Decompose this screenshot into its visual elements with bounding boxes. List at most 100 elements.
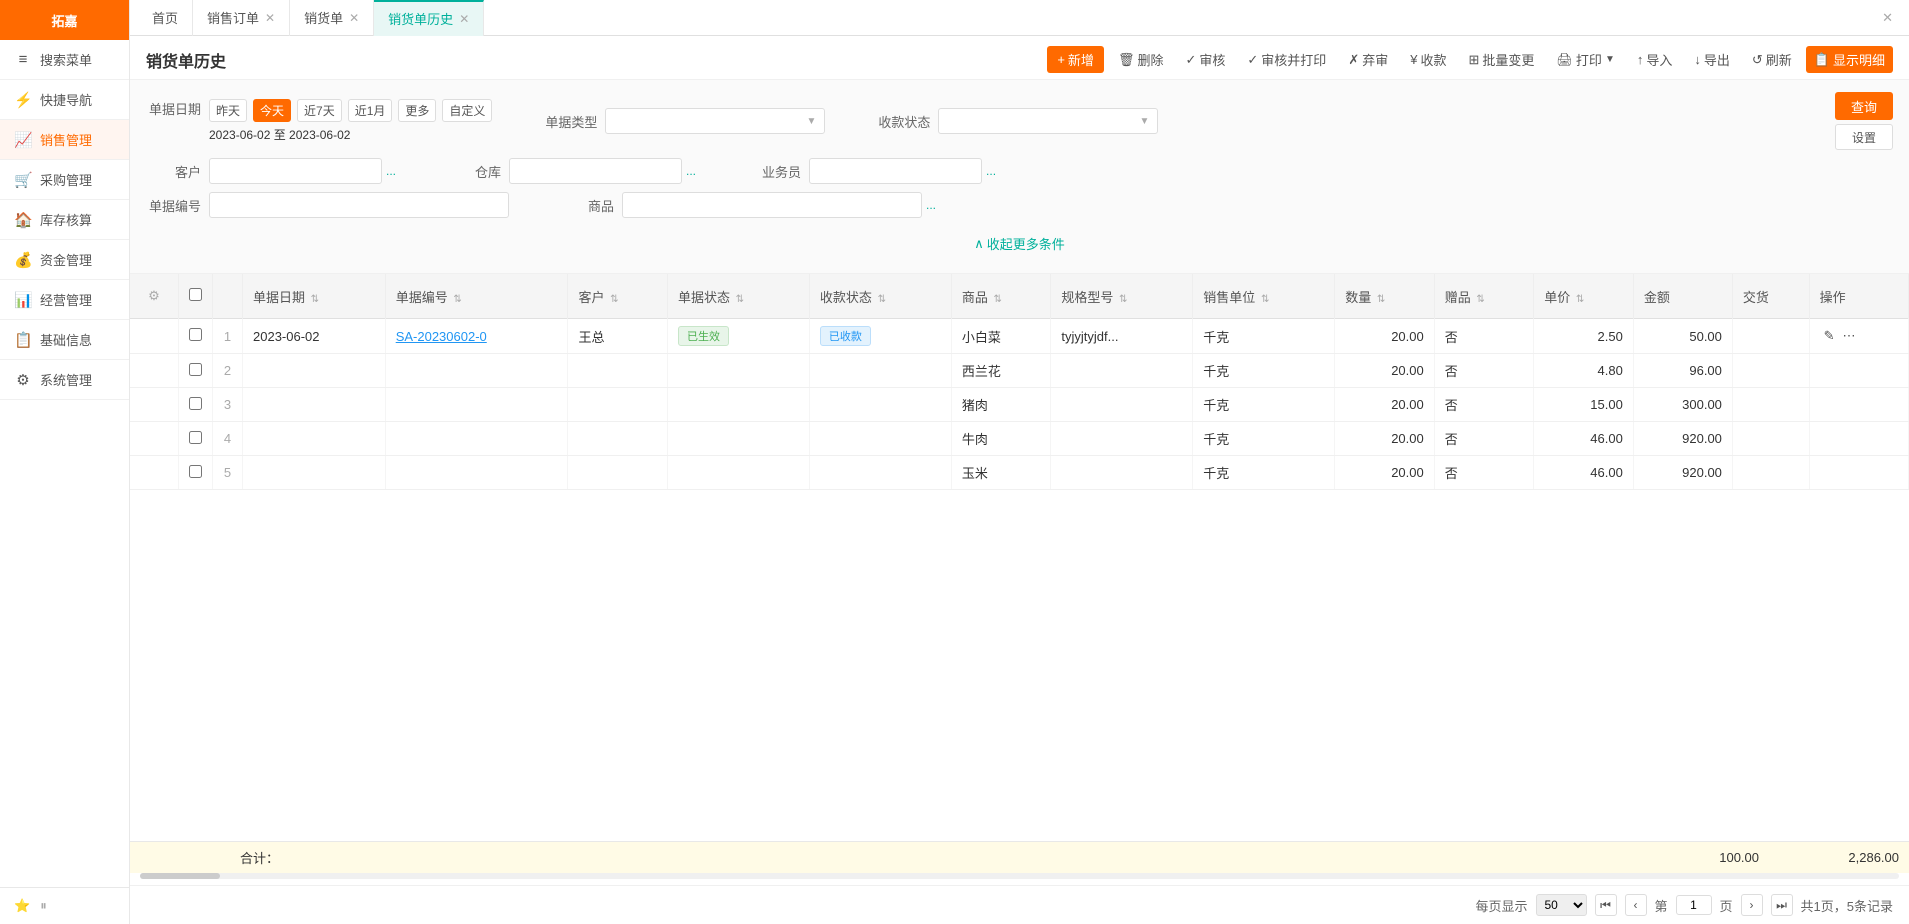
customer-col-header[interactable]: 客户 ⇅ — [568, 274, 668, 319]
customer-input[interactable] — [209, 158, 382, 184]
gift-col-header[interactable]: 赠品 ⇅ — [1434, 274, 1534, 319]
docno-col-header[interactable]: 单据编号 ⇅ — [385, 274, 568, 319]
price-col-header[interactable]: 单价 ⇅ — [1534, 274, 1634, 319]
payment-button[interactable]: ¥ 收款 — [1402, 46, 1454, 73]
settings-gear-icon[interactable]: ⚙ — [140, 282, 168, 310]
edit-btn-0[interactable]: ✎ — [1820, 327, 1839, 344]
sidebar-item-finance[interactable]: 💰 资金管理 — [0, 240, 129, 280]
1month-btn[interactable]: 近1月 — [348, 99, 393, 122]
next-page-btn[interactable]: › — [1741, 894, 1763, 916]
table-container: ⚙ 单据日期 ⇅ 单据编号 ⇅ — [130, 274, 1909, 841]
7days-btn[interactable]: 近7天 — [297, 99, 342, 122]
tab-close-sales-delivery[interactable]: ✕ — [349, 11, 359, 25]
today-btn[interactable]: 今天 — [253, 99, 291, 122]
doc-type-select[interactable]: ▼ — [605, 108, 825, 134]
row-docno-2[interactable] — [385, 388, 568, 422]
goods-col-header[interactable]: 商品 ⇅ — [951, 274, 1051, 319]
expand-collapse-btn[interactable]: ∧ 收起更多条件 — [974, 230, 1065, 257]
tab-close-all[interactable]: ✕ — [1874, 10, 1901, 26]
tab-home[interactable]: 首页 — [138, 0, 193, 36]
row-customer-1 — [568, 354, 668, 388]
row-checkbox-4[interactable] — [179, 456, 213, 490]
sidebar-item-basicinfo[interactable]: 📋 基础信息 — [0, 320, 129, 360]
salesperson-input[interactable] — [809, 158, 982, 184]
per-page-select[interactable]: 50 100 200 — [1536, 894, 1587, 916]
audit-print-button[interactable]: ✓ 审核并打印 — [1239, 46, 1334, 73]
first-page-btn[interactable]: ⏮ — [1595, 894, 1617, 916]
tab-sales-history[interactable]: 销货单历史 ✕ — [374, 0, 484, 36]
audit-button[interactable]: ✓ 审核 — [1177, 46, 1233, 73]
docno-sort-icon: ⇅ — [453, 294, 461, 305]
custom-btn[interactable]: 自定义 — [442, 99, 492, 122]
sidebar-item-search-menu[interactable]: ≡ 搜索菜单 — [0, 40, 129, 80]
export-button[interactable]: ↓ 导出 — [1686, 46, 1738, 73]
tab-sales-order[interactable]: 销售订单 ✕ — [193, 0, 290, 36]
row-checkbox-0[interactable] — [179, 319, 213, 354]
settings-col-header: ⚙ — [130, 274, 179, 319]
unit-col-header[interactable]: 销售单位 ⇅ — [1193, 274, 1335, 319]
spec-col-header[interactable]: 规格型号 ⇅ — [1051, 274, 1193, 319]
docstatus-col-header[interactable]: 单据状态 ⇅ — [668, 274, 810, 319]
yesterday-btn[interactable]: 昨天 — [209, 99, 247, 122]
row-docno-3[interactable] — [385, 422, 568, 456]
gift-sort-icon: ⇅ — [1476, 294, 1484, 305]
sidebar-item-inventory[interactable]: 🏠 库存核算 — [0, 200, 129, 240]
table-row: 2 西兰花 千克 20.00 否 4.80 96.00 — [130, 354, 1909, 388]
warehouse-input[interactable] — [509, 158, 682, 184]
goods-ellipsis[interactable]: ... — [926, 198, 936, 212]
delete-button[interactable]: 🗑 删除 — [1110, 46, 1172, 73]
page-input[interactable] — [1676, 895, 1712, 915]
warehouse-ellipsis[interactable]: ... — [686, 164, 696, 178]
row-docstatus-3 — [668, 422, 810, 456]
tab-sales-delivery[interactable]: 销货单 ✕ — [290, 0, 374, 36]
date-col-header[interactable]: 单据日期 ⇅ — [243, 274, 386, 319]
row-settings-3 — [130, 422, 179, 456]
abandon-button[interactable]: ✗ 弃审 — [1340, 46, 1396, 73]
horizontal-scrollbar[interactable] — [140, 873, 1899, 879]
row-docno-4[interactable] — [385, 456, 568, 490]
sidebar-pause-icon[interactable]: ⏸ — [40, 898, 47, 914]
print-button[interactable]: 🖨 打印 ▼ — [1548, 46, 1622, 73]
paymentstatus-col-header[interactable]: 收款状态 ⇅ — [809, 274, 951, 319]
tab-close-sales-history[interactable]: ✕ — [459, 12, 469, 26]
sidebar-item-purchase[interactable]: 🛒 采购管理 — [0, 160, 129, 200]
more-btn-0[interactable]: ⋯ — [1838, 327, 1859, 344]
payment-status-select[interactable]: ▼ — [938, 108, 1158, 134]
customer-ellipsis[interactable]: ... — [386, 164, 396, 178]
toolbar: + 新增 🗑 删除 ✓ 审核 ✓ 审核并打印 ✗ 弃审 — [1047, 46, 1893, 73]
docno-input[interactable] — [209, 192, 509, 218]
tab-close-sales-order[interactable]: ✕ — [265, 11, 275, 25]
sidebar-item-operations[interactable]: 📊 经营管理 — [0, 280, 129, 320]
setting-button[interactable]: 设置 — [1835, 124, 1893, 150]
query-button[interactable]: 查询 — [1835, 92, 1893, 120]
salesperson-ellipsis[interactable]: ... — [986, 164, 996, 178]
goods-input[interactable] — [622, 192, 922, 218]
qty-col-header[interactable]: 数量 ⇅ — [1335, 274, 1435, 319]
row-checkbox-1[interactable] — [179, 354, 213, 388]
docstatus-sort-icon: ⇅ — [736, 294, 744, 305]
prev-page-btn[interactable]: ‹ — [1625, 894, 1647, 916]
sidebar-item-sales[interactable]: 📈 销售管理 — [0, 120, 129, 160]
row-checkbox-2[interactable] — [179, 388, 213, 422]
row-price-1: 4.80 — [1534, 354, 1634, 388]
sidebar-item-system[interactable]: ⚙ 系统管理 — [0, 360, 129, 400]
last-page-btn[interactable]: ⏭ — [1771, 894, 1793, 916]
new-button[interactable]: + 新增 — [1047, 46, 1104, 73]
import-button[interactable]: ↑ 导入 — [1629, 46, 1681, 73]
scrollbar-thumb[interactable] — [140, 873, 220, 879]
select-all-checkbox[interactable] — [189, 288, 202, 301]
row-docno-0[interactable]: SA-20230602-0 — [385, 319, 568, 354]
row-amount-2: 300.00 — [1633, 388, 1732, 422]
finance-icon: 💰 — [14, 251, 32, 269]
row-date-3 — [243, 422, 386, 456]
sidebar-star-icon[interactable]: ⭐ — [14, 898, 30, 914]
more-btn[interactable]: 更多 — [398, 99, 436, 122]
row-num-0: 1 — [213, 319, 243, 354]
row-docno-1[interactable] — [385, 354, 568, 388]
refresh-button[interactable]: ↺ 刷新 — [1744, 46, 1800, 73]
row-spec-2 — [1051, 388, 1193, 422]
show-detail-button[interactable]: 📋 显示明细 — [1806, 46, 1893, 73]
batch-change-button[interactable]: ⊞ 批量变更 — [1460, 46, 1542, 73]
sidebar-item-quick-nav[interactable]: ⚡ 快捷导航 — [0, 80, 129, 120]
row-checkbox-3[interactable] — [179, 422, 213, 456]
